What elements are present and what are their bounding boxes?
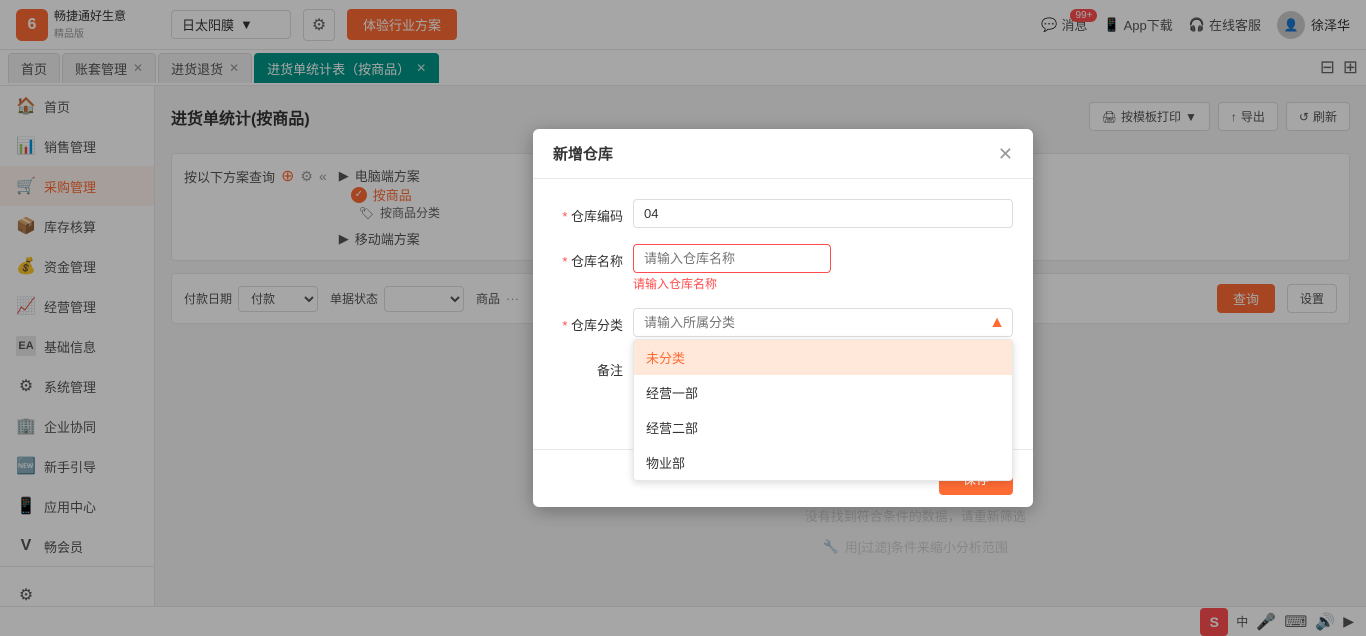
dropdown-option-uncategorized[interactable]: 未分类: [634, 340, 1012, 375]
modal-title: 新增仓库: [553, 143, 613, 164]
warehouse-category-label: * 仓库分类: [553, 308, 623, 334]
dropdown-arrow-icon[interactable]: ▲: [989, 314, 1005, 332]
warehouse-code-label: * 仓库编码: [553, 199, 623, 225]
modal-close-button[interactable]: ✕: [998, 145, 1013, 163]
warehouse-code-row: * 仓库编码: [553, 199, 1013, 228]
warehouse-name-error: 请输入仓库名称: [633, 275, 1013, 292]
modal-body: * 仓库编码 * 仓库名称 请输入仓库名称 * 仓库分类: [533, 179, 1033, 449]
warehouse-category-row: * 仓库分类 ▲ 未分类 经营一部 经营二部 物业部: [553, 308, 1013, 337]
category-dropdown: ▲ 未分类 经营一部 经营二部 物业部: [633, 308, 1013, 337]
warehouse-code-input[interactable]: [633, 199, 1013, 228]
warehouse-name-row: * 仓库名称 请输入仓库名称: [553, 244, 1013, 292]
warehouse-name-label: * 仓库名称: [553, 244, 623, 270]
dropdown-option-dept1[interactable]: 经营一部: [634, 375, 1012, 410]
warehouse-name-wrap: 请输入仓库名称: [633, 244, 1013, 292]
remark-label: 备注: [553, 353, 623, 379]
dropdown-option-dept3[interactable]: 物业部: [634, 445, 1012, 480]
dropdown-option-dept2[interactable]: 经营二部: [634, 410, 1012, 445]
modal-header: 新增仓库 ✕: [533, 129, 1033, 179]
dropdown-list: 未分类 经营一部 经营二部 物业部: [633, 339, 1013, 481]
new-warehouse-modal: 新增仓库 ✕ * 仓库编码 * 仓库名称 请输入仓库名称 *: [533, 129, 1033, 507]
warehouse-name-input[interactable]: [633, 244, 831, 273]
category-input[interactable]: [633, 308, 1013, 337]
